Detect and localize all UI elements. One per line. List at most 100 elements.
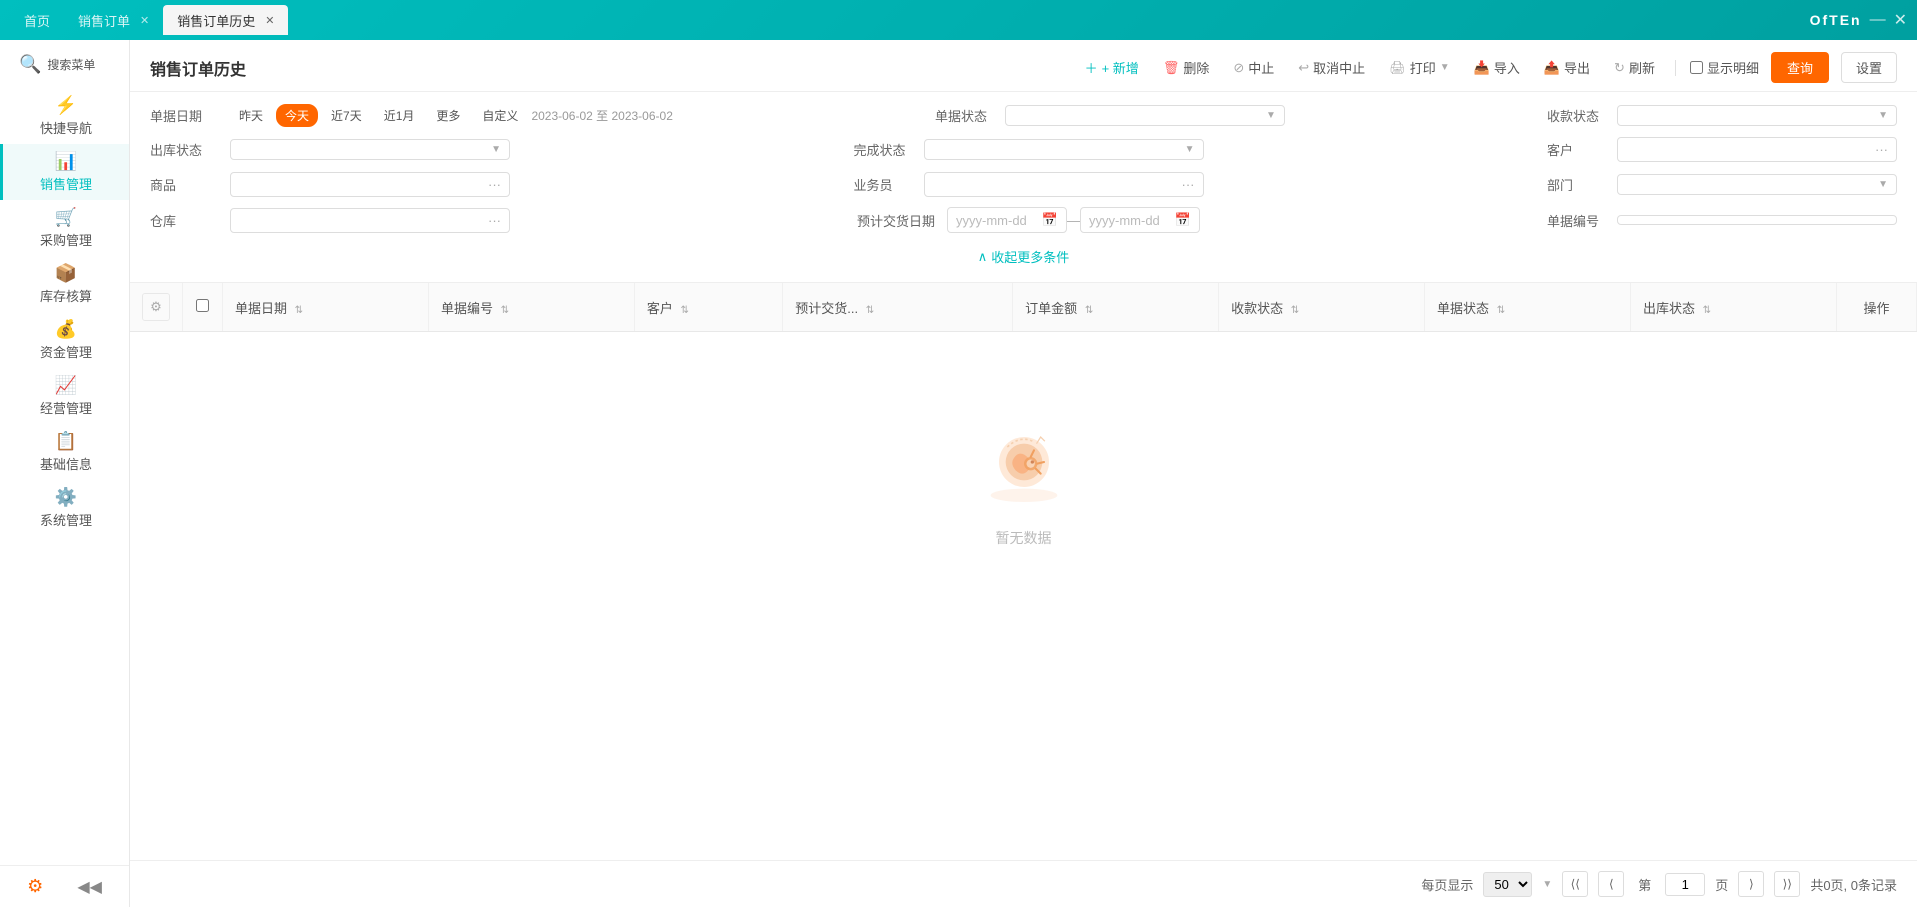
base-info-icon: 📋: [55, 432, 77, 450]
next-page-button[interactable]: ⟩: [1738, 871, 1764, 897]
sidebar-item-quick-nav[interactable]: ⚡ 快捷导航: [0, 88, 129, 144]
page-number-input[interactable]: [1665, 873, 1705, 896]
cancel-stop-button[interactable]: ↩ 取消中止: [1292, 54, 1371, 81]
date-btn-yesterday[interactable]: 昨天: [230, 104, 272, 127]
amount-sort-icon[interactable]: ⇅: [1085, 305, 1093, 316]
delivery-status-sort-icon[interactable]: ⇅: [1703, 305, 1711, 316]
date-btn-custom[interactable]: 自定义: [473, 104, 527, 127]
filter-row-4: 仓库 ··· 预计交货日期 yyyy-mm-dd 📅 — yyyy-mm-dd …: [150, 207, 1897, 233]
bill-status-chevron: ▼: [1266, 110, 1276, 121]
delivery-sort-icon[interactable]: ⇅: [866, 305, 874, 316]
goods-input[interactable]: ···: [230, 172, 510, 197]
main-layout: 🔍 搜索菜单 ⚡ 快捷导航 📊 销售管理 🛒 采购管理 📦 库存核算 💰 资金管…: [0, 40, 1917, 907]
th-bill-no-label: 单据编号: [441, 301, 493, 316]
window-minimize[interactable]: —: [1870, 11, 1886, 29]
salesperson-input[interactable]: ···: [924, 172, 1204, 197]
sidebar-item-sys-mgmt[interactable]: ⚙️ 系统管理: [0, 480, 129, 536]
sidebar-item-base-info[interactable]: 📋 基础信息: [0, 424, 129, 480]
query-button[interactable]: 查询: [1771, 52, 1829, 83]
calendar-from-icon: 📅: [1042, 212, 1058, 228]
department-chevron: ▼: [1878, 179, 1888, 190]
delivery-status-chevron: ▼: [491, 144, 501, 155]
calendar-to-icon: 📅: [1175, 212, 1191, 228]
date-sort-icon[interactable]: ⇅: [295, 305, 303, 316]
delivery-date-from[interactable]: yyyy-mm-dd 📅: [947, 207, 1067, 233]
payment-status-select[interactable]: ▼: [1617, 105, 1897, 126]
payment-sort-icon[interactable]: ⇅: [1291, 305, 1299, 316]
sidebar-item-sales-mgmt[interactable]: 📊 销售管理: [0, 144, 129, 200]
sidebar-settings-icon[interactable]: ⚙: [27, 876, 43, 897]
first-page-button[interactable]: ⟨⟨: [1562, 871, 1588, 897]
bill-status-select[interactable]: ▼: [1005, 105, 1285, 126]
export-button[interactable]: 📤 导出: [1538, 54, 1596, 81]
bill-no-sort-icon[interactable]: ⇅: [501, 305, 509, 316]
select-all-checkbox[interactable]: [196, 299, 209, 312]
sidebar: 🔍 搜索菜单 ⚡ 快捷导航 📊 销售管理 🛒 采购管理 📦 库存核算 💰 资金管…: [0, 40, 130, 907]
warehouse-input[interactable]: ···: [230, 208, 510, 233]
sidebar-item-inventory[interactable]: 📦 库存核算: [0, 256, 129, 312]
column-settings-btn[interactable]: ⚙: [142, 293, 170, 321]
print-dropdown-icon: ▼: [1440, 62, 1450, 73]
print-button[interactable]: 🖨 打印 ▼: [1383, 54, 1455, 81]
settings-button[interactable]: 设置: [1841, 52, 1897, 83]
sidebar-item-search[interactable]: 🔍 搜索菜单: [0, 40, 129, 88]
warehouse-label: 仓库: [150, 211, 230, 230]
th-payment-status: 收款状态 ⇅: [1219, 283, 1425, 332]
th-payment-label: 收款状态: [1231, 301, 1283, 316]
stop-icon: ⊘: [1233, 60, 1244, 76]
delivery-date-to[interactable]: yyyy-mm-dd 📅: [1080, 207, 1200, 233]
pagination: 每页显示 50 ▼ ⟨⟨ ⟨ 第 页 ⟩ ⟩⟩ 共0页, 0条记录: [130, 860, 1917, 907]
data-table: ⚙ 单据日期 ⇅ 单据编号 ⇅: [130, 283, 1917, 332]
th-date: 单据日期 ⇅: [223, 283, 429, 332]
show-detail-checkbox-label[interactable]: 显示明细: [1690, 58, 1759, 77]
date-btn-more[interactable]: 更多: [427, 104, 469, 127]
refresh-button[interactable]: ↻ 刷新: [1608, 54, 1661, 81]
print-label: 打印: [1410, 58, 1436, 77]
sidebar-item-operations[interactable]: 📈 经营管理: [0, 368, 129, 424]
completion-status-select[interactable]: ▼: [924, 139, 1204, 160]
collapse-label: 收起更多条件: [991, 247, 1069, 266]
customer-input[interactable]: ···: [1617, 137, 1897, 162]
th-customer: 客户 ⇅: [634, 283, 782, 332]
date-separator: —: [1067, 213, 1080, 228]
date-btn-1month[interactable]: 近1月: [375, 104, 424, 127]
page-label-text: 页: [1715, 875, 1728, 894]
goods-label: 商品: [150, 175, 230, 194]
delivery-date-to-text: yyyy-mm-dd: [1089, 213, 1160, 228]
bill-no-input[interactable]: [1617, 215, 1897, 225]
th-bill-status-label: 单据状态: [1437, 301, 1489, 316]
import-button[interactable]: 📥 导入: [1468, 54, 1526, 81]
tab-sales-order-history[interactable]: 销售订单历史 ✕: [163, 5, 288, 35]
tab-sales-order-close[interactable]: ✕: [140, 14, 149, 27]
th-settings[interactable]: ⚙: [130, 283, 183, 332]
window-close[interactable]: ✕: [1894, 10, 1907, 30]
table-header-row: ⚙ 单据日期 ⇅ 单据编号 ⇅: [130, 283, 1917, 332]
date-btn-today[interactable]: 今天: [276, 104, 318, 127]
tab-history-close[interactable]: ✕: [265, 14, 274, 27]
sidebar-operations-label: 经营管理: [40, 398, 92, 417]
tab-sales-order[interactable]: 销售订单 ✕: [64, 5, 163, 35]
new-button[interactable]: ＋ + 新增: [1079, 54, 1145, 81]
date-btn-7days[interactable]: 近7天: [322, 104, 371, 127]
collapse-bar[interactable]: ∧ 收起更多条件: [150, 243, 1897, 270]
bill-status-sort-icon[interactable]: ⇅: [1497, 305, 1505, 316]
delete-button[interactable]: 🗑 删除: [1157, 54, 1216, 81]
tab-home[interactable]: 首页: [10, 5, 64, 35]
department-select[interactable]: ▼: [1617, 174, 1897, 195]
sidebar-item-purchase-mgmt[interactable]: 🛒 采购管理: [0, 200, 129, 256]
stop-button[interactable]: ⊘ 中止: [1227, 54, 1280, 81]
prev-page-button[interactable]: ⟨: [1598, 871, 1624, 897]
date-buttons: 昨天 今天 近7天 近1月 更多 自定义: [230, 104, 527, 127]
delivery-status-select[interactable]: ▼: [230, 139, 510, 160]
sidebar-collapse-icon[interactable]: ◀◀: [77, 877, 102, 897]
sidebar-item-finance[interactable]: 💰 资金管理: [0, 312, 129, 368]
salesperson-dots: ···: [1182, 177, 1195, 192]
last-page-button[interactable]: ⟩⟩: [1774, 871, 1800, 897]
customer-sort-icon[interactable]: ⇅: [681, 305, 689, 316]
page-size-select[interactable]: 50: [1483, 872, 1532, 897]
export-icon: 📤: [1544, 60, 1560, 76]
delivery-status-label: 出库状态: [150, 140, 230, 159]
brand-text: OfTEn: [1810, 12, 1862, 28]
th-checkbox[interactable]: [183, 283, 223, 332]
show-detail-checkbox[interactable]: [1690, 61, 1703, 74]
